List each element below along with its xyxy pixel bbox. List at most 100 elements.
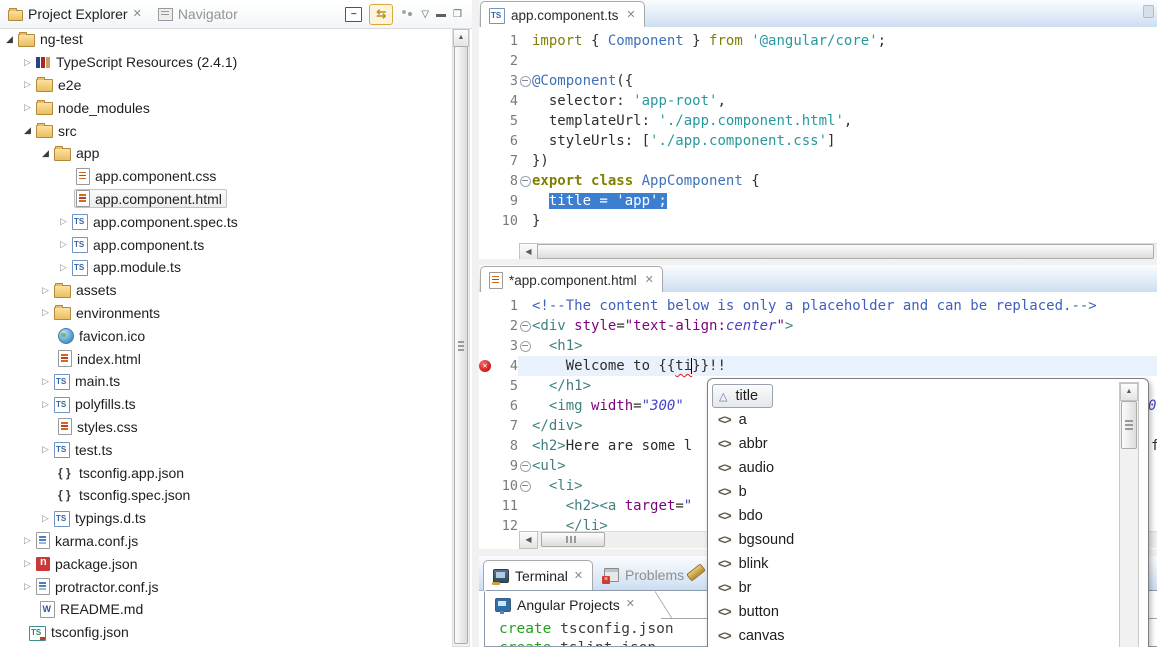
tree-item-main.ts[interactable]: ▷ main.ts <box>0 370 454 393</box>
tree-item-test.ts[interactable]: ▷ test.ts <box>0 438 454 461</box>
completion-item-b[interactable]: <> b <box>710 480 1108 504</box>
popup-scrollbar-thumb[interactable] <box>1121 401 1137 449</box>
close-icon[interactable]: ✕ <box>626 599 635 610</box>
expand-arrow-icon[interactable]: ▷ <box>39 399 52 410</box>
expand-arrow-icon[interactable]: ▷ <box>39 513 52 524</box>
tree-item-typescript-resources-2.4.1-[interactable]: ▷ TypeScript Resources (2.4.1) <box>0 51 454 74</box>
code-line-9[interactable]: 9 title = 'app'; <box>479 191 1157 211</box>
fold-collapse-icon[interactable] <box>518 340 532 352</box>
completion-item-a[interactable]: <> a <box>710 408 1108 432</box>
ts-hscroll-thumb[interactable] <box>537 244 1154 259</box>
maximize-icon[interactable]: ❒ <box>453 9 462 20</box>
tree-item-environments[interactable]: ▷ environments <box>0 302 454 325</box>
project-tree[interactable]: ◢ ng-test ▷ TypeScript Resources (2.4.1) ▷ e2… <box>0 28 454 647</box>
expand-arrow-icon[interactable]: ▷ <box>21 79 34 90</box>
tree-item-tsconfig.app.json[interactable]: tsconfig.app.json <box>0 461 454 484</box>
tree-item-package.json[interactable]: ▷ package.json <box>0 552 454 575</box>
ts-code-area[interactable]: 1 import { Component } from '@angular/cor… <box>479 27 1157 247</box>
scroll-left-icon[interactable]: ◀ <box>519 531 538 549</box>
tree-item-karma.conf.js[interactable]: ▷ karma.conf.js <box>0 530 454 553</box>
tab-project-explorer[interactable]: Project Explorer ✕ <box>0 0 150 28</box>
ts-hscrollbar[interactable]: ◀ <box>479 243 1157 261</box>
vertical-sash[interactable] <box>472 0 479 647</box>
html-hscroll-thumb[interactable] <box>541 532 605 547</box>
expand-arrow-icon[interactable]: ▷ <box>57 262 70 273</box>
collapse-arrow-icon[interactable]: ◢ <box>3 34 16 45</box>
tree-item-protractor.conf.js[interactable]: ▷ protractor.conf.js <box>0 575 454 598</box>
expand-arrow-icon[interactable]: ▷ <box>39 444 52 455</box>
tree-item-e2e[interactable]: ▷ e2e <box>0 74 454 97</box>
tab-angular-projects[interactable]: Angular Projects ✕ <box>485 591 645 618</box>
tree-item-node-modules[interactable]: ▷ node_modules <box>0 96 454 119</box>
tree-item-app.component.ts[interactable]: ▷ app.component.ts <box>0 233 454 256</box>
completion-item-br[interactable]: <> br <box>710 576 1108 600</box>
editor-chevron-icon[interactable] <box>1143 5 1154 18</box>
scroll-up-icon[interactable]: ▲ <box>1120 383 1138 401</box>
close-icon[interactable]: ✕ <box>574 570 583 582</box>
completion-item-audio[interactable]: <> audio <box>710 456 1108 480</box>
close-icon[interactable]: ✕ <box>133 8 142 20</box>
expand-arrow-icon[interactable]: ▷ <box>21 535 34 546</box>
tree-item-tsconfig.spec.json[interactable]: tsconfig.spec.json <box>0 484 454 507</box>
code-line-1[interactable]: 1 import { Component } from '@angular/cor… <box>479 31 1157 51</box>
tree-item-tsconfig.json[interactable]: tsconfig.json <box>0 621 454 644</box>
code-line-10[interactable]: 10} <box>479 211 1157 231</box>
completion-item-bgsound[interactable]: <> bgsound <box>710 528 1108 552</box>
close-icon[interactable]: ✕ <box>645 274 654 286</box>
tab-terminal[interactable]: Terminal ✕ <box>483 560 594 591</box>
tree-item-assets[interactable]: ▷ assets <box>0 279 454 302</box>
expand-arrow-icon[interactable]: ▷ <box>21 57 34 68</box>
tree-scrollbar-thumb[interactable] <box>454 46 468 644</box>
expand-arrow-icon[interactable]: ▷ <box>57 239 70 250</box>
fold-collapse-icon[interactable] <box>518 320 532 332</box>
completion-item-title[interactable]: △ title <box>710 384 1108 408</box>
tab-app-component-html[interactable]: *app.component.html ✕ <box>480 266 663 293</box>
tree-item-readme.md[interactable]: README.md <box>0 598 454 621</box>
minimize-icon[interactable]: ▬ <box>436 9 446 20</box>
popup-scrollbar[interactable]: ▲ <box>1119 382 1139 647</box>
code-line-2[interactable]: 2 <box>479 51 1157 71</box>
expand-arrow-icon[interactable]: ▷ <box>21 558 34 569</box>
code-line-3[interactable]: 3 <h1> <box>479 336 1157 356</box>
focus-icon[interactable] <box>400 7 414 21</box>
fold-collapse-icon[interactable] <box>518 175 532 187</box>
tree-item-app.component.spec.ts[interactable]: ▷ app.component.spec.ts <box>0 210 454 233</box>
scroll-up-icon[interactable]: ▲ <box>453 29 469 47</box>
completion-item-abbr[interactable]: <> abbr <box>710 432 1108 456</box>
tree-item-polyfills.ts[interactable]: ▷ polyfills.ts <box>0 393 454 416</box>
completion-item-blink[interactable]: <> blink <box>710 552 1108 576</box>
expand-arrow-icon[interactable]: ▷ <box>39 376 52 387</box>
code-line-6[interactable]: 6 styleUrls: ['./app.component.css'] <box>479 131 1157 151</box>
collapse-arrow-icon[interactable]: ◢ <box>39 148 52 159</box>
close-icon[interactable]: ✕ <box>626 9 635 21</box>
code-line-4[interactable]: ✕ 4 Welcome to {{ti}}!! <box>479 356 1157 376</box>
code-line-2[interactable]: 2 <div style = "text-align: center " > <box>479 316 1157 336</box>
tree-item-typings.d.ts[interactable]: ▷ typings.d.ts <box>0 507 454 530</box>
view-menu-icon[interactable]: ▽ <box>421 9 429 20</box>
tree-scrollbar[interactable]: ▲ <box>452 28 470 647</box>
expand-arrow-icon[interactable]: ▷ <box>39 307 52 318</box>
tree-item-app.component.css[interactable]: app.component.css <box>0 165 454 188</box>
tab-app-component-ts[interactable]: app.component.ts ✕ <box>480 1 645 28</box>
code-line-8[interactable]: 8 export class AppComponent { <box>479 171 1157 191</box>
tree-item-app[interactable]: ◢ app <box>0 142 454 165</box>
expand-arrow-icon[interactable]: ▷ <box>21 102 34 113</box>
tree-item-app.module.ts[interactable]: ▷ app.module.ts <box>0 256 454 279</box>
tree-item-ng-test[interactable]: ◢ ng-test <box>0 28 454 51</box>
expand-arrow-icon[interactable]: ▷ <box>39 285 52 296</box>
completion-item-canvas[interactable]: <> canvas <box>710 624 1108 647</box>
collapse-arrow-icon[interactable]: ◢ <box>21 125 34 136</box>
fold-collapse-icon[interactable] <box>518 480 532 492</box>
tree-item-app.component.html[interactable]: app.component.html <box>0 188 454 211</box>
code-line-3[interactable]: 3 @Component({ <box>479 71 1157 91</box>
code-line-4[interactable]: 4 selector: 'app-root', <box>479 91 1157 111</box>
tree-item-src[interactable]: ◢ src <box>0 119 454 142</box>
code-line-7[interactable]: 7}) <box>479 151 1157 171</box>
completion-item-button[interactable]: <> button <box>710 600 1108 624</box>
tree-item-index.html[interactable]: index.html <box>0 347 454 370</box>
completion-list[interactable]: △ title <> a <> abbr <> audio <> b <> bdo <> bgsound <… <box>710 384 1108 647</box>
code-line-1[interactable]: 1 <!--The content below is only a placeho… <box>479 296 1157 316</box>
tab-navigator[interactable]: Navigator <box>150 0 246 28</box>
fold-collapse-icon[interactable] <box>518 460 532 472</box>
expand-arrow-icon[interactable]: ▷ <box>21 581 34 592</box>
